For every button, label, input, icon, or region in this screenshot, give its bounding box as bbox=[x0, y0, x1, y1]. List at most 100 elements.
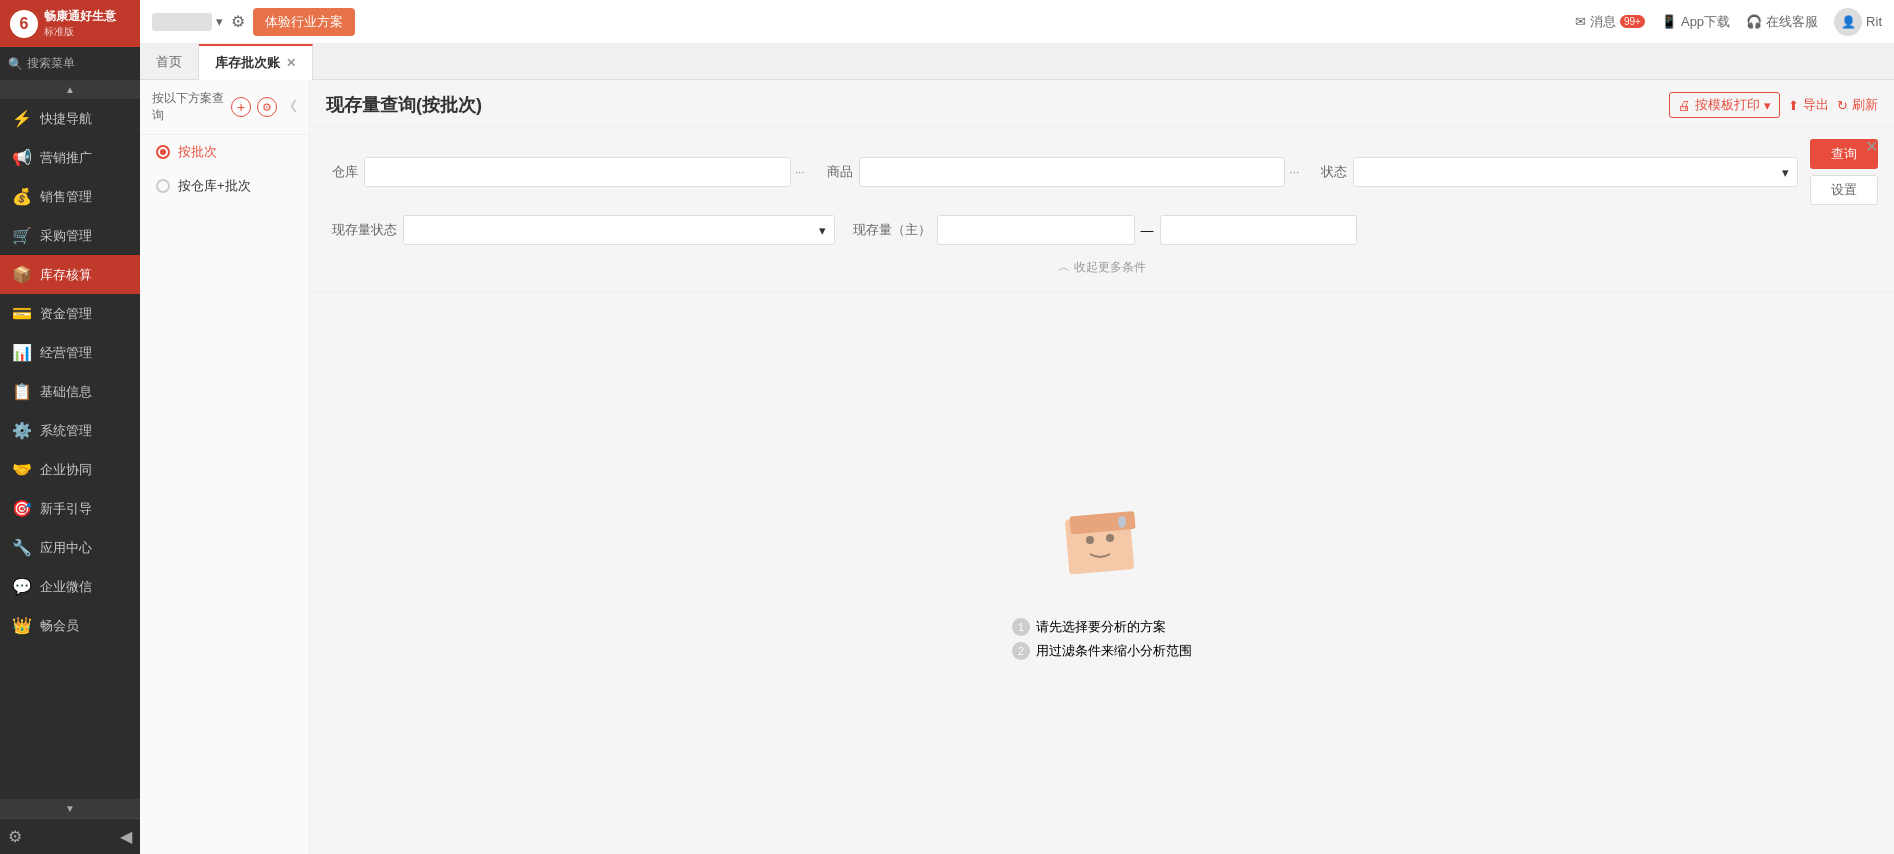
product-input[interactable] bbox=[859, 157, 1286, 187]
warehouse-more[interactable]: ··· bbox=[791, 165, 809, 179]
page-content-wrapper: 按以下方案查询 + ⚙ 《 按批次 按仓库+批次 现存量查询(按批次) bbox=[140, 80, 1894, 854]
panel-close-button[interactable]: ✕ bbox=[1865, 137, 1878, 156]
message-badge: 99+ bbox=[1620, 15, 1645, 28]
sidebar-search[interactable]: 🔍 搜索菜单 bbox=[0, 47, 140, 80]
left-panel: 按以下方案查询 + ⚙ 《 按批次 按仓库+批次 bbox=[140, 80, 310, 854]
sidebar-item-purchase[interactable]: 🛒采购管理 bbox=[0, 216, 140, 255]
qty-from-input[interactable] bbox=[937, 215, 1134, 245]
dropdown-chevron-icon: ▾ bbox=[216, 14, 223, 29]
user-initial: 👤 bbox=[1841, 15, 1856, 29]
sidebar-item-wechat[interactable]: 💬 企业微信 bbox=[0, 567, 140, 606]
collapse-more-button[interactable]: ︿ 收起更多条件 bbox=[326, 255, 1878, 280]
topbar-dropdown[interactable]: ▾ bbox=[152, 13, 223, 31]
nav-icon-enterprise: 🤝 bbox=[12, 460, 32, 479]
tab-label-home: 首页 bbox=[156, 54, 182, 69]
left-panel-header: 按以下方案查询 + ⚙ 《 bbox=[140, 80, 309, 135]
sidebar-item-system[interactable]: ⚙️系统管理 bbox=[0, 411, 140, 450]
nav-icon-system: ⚙️ bbox=[12, 421, 32, 440]
nav-label-wechat: 企业微信 bbox=[40, 578, 92, 596]
warehouse-filter: 仓库 ··· bbox=[326, 157, 809, 187]
user-profile-button[interactable]: 👤 Rit bbox=[1834, 8, 1882, 36]
scheme-label-batch: 按批次 bbox=[178, 143, 217, 161]
sidebar-item-inventory[interactable]: 📦库存核算 bbox=[0, 255, 140, 294]
sidebar: 6 畅康通好生意 标准版 🔍 搜索菜单 ▲ ⚡快捷导航📢营销推广💰销售管理🛒采购… bbox=[0, 0, 140, 854]
sidebar-item-basic[interactable]: 📋基础信息 bbox=[0, 372, 140, 411]
tab-label-batch: 库存批次账 bbox=[215, 45, 280, 81]
tip-2-text: 用过滤条件来缩小分析范围 bbox=[1036, 642, 1192, 660]
sidebar-item-member[interactable]: 👑畅会员 bbox=[0, 606, 140, 645]
inventory-qty-label: 现存量（主） bbox=[847, 221, 937, 239]
qty-to-input[interactable] bbox=[1160, 215, 1357, 245]
collapse-panel-button[interactable]: 《 bbox=[283, 98, 297, 116]
svg-point-2 bbox=[1086, 536, 1094, 544]
export-button[interactable]: ⬆ 导出 bbox=[1788, 96, 1829, 114]
sidebar-scroll-up[interactable]: ▲ bbox=[0, 80, 140, 99]
print-button[interactable]: 🖨 按模板打印 ▾ bbox=[1669, 92, 1780, 118]
print-icon: 🖨 bbox=[1678, 98, 1691, 113]
sidebar-item-sales[interactable]: 💰销售管理 bbox=[0, 177, 140, 216]
inventory-qty-range: — bbox=[937, 215, 1356, 245]
radio-batch bbox=[156, 145, 170, 159]
scheme-settings-button[interactable]: ⚙ bbox=[257, 97, 277, 117]
inventory-status-select[interactable]: ▾ bbox=[403, 215, 835, 245]
topbar-settings-icon[interactable]: ⚙ bbox=[231, 12, 245, 31]
online-service-label: 在线客服 bbox=[1766, 13, 1818, 31]
sidebar-item-newbie[interactable]: 🎯新手引导 bbox=[0, 489, 140, 528]
trial-industry-button[interactable]: 体验行业方案 bbox=[253, 8, 355, 36]
tab-close-batch[interactable]: ✕ bbox=[286, 45, 296, 81]
warehouse-input[interactable] bbox=[364, 157, 791, 187]
dropdown-placeholder bbox=[152, 13, 212, 31]
tip-2: 2 用过滤条件来缩小分析范围 bbox=[1012, 642, 1192, 660]
sidebar-item-appstore[interactable]: 🔧应用中心 bbox=[0, 528, 140, 567]
settings-icon[interactable]: ⚙ bbox=[8, 827, 22, 846]
tab-home[interactable]: 首页 bbox=[140, 44, 199, 80]
scheme-label-warehouse_batch: 按仓库+批次 bbox=[178, 177, 251, 195]
refresh-button[interactable]: ↻ 刷新 bbox=[1837, 96, 1878, 114]
sidebar-item-marketing[interactable]: 📢营销推广 bbox=[0, 138, 140, 177]
tabbar: 首页 库存批次账✕ bbox=[140, 44, 1894, 80]
nav-label-enterprise: 企业协同 bbox=[40, 461, 92, 479]
sidebar-scroll-down[interactable]: ▼ bbox=[0, 799, 140, 818]
nav-icon-operation: 📊 bbox=[12, 343, 32, 362]
status-filter: 状态 ▾ bbox=[1315, 157, 1798, 187]
right-content: 现存量查询(按批次) 🖨 按模板打印 ▾ ⬆ 导出 ↻ 刷新 bbox=[310, 80, 1894, 854]
nav-icon-wechat: 💬 bbox=[12, 577, 32, 596]
user-name: Rit bbox=[1866, 14, 1882, 29]
app-download-button[interactable]: 📱 App下载 bbox=[1661, 13, 1730, 31]
avatar: 👤 bbox=[1834, 8, 1862, 36]
message-icon: ✉ bbox=[1575, 14, 1586, 29]
product-more[interactable]: ··· bbox=[1285, 165, 1303, 179]
sidebar-item-finance[interactable]: 💳资金管理 bbox=[0, 294, 140, 333]
sidebar-bottom: ⚙ ◀ bbox=[0, 818, 140, 854]
nav-label-operation: 经营管理 bbox=[40, 344, 92, 362]
main-content: ▾ ⚙ 体验行业方案 ✉ 消息 99+ 📱 App下载 🎧 在线客服 👤 bbox=[140, 0, 1894, 854]
page-header: 现存量查询(按批次) 🖨 按模板打印 ▾ ⬆ 导出 ↻ 刷新 bbox=[310, 80, 1894, 127]
online-service-button[interactable]: 🎧 在线客服 bbox=[1746, 13, 1818, 31]
radio-warehouse_batch bbox=[156, 179, 170, 193]
settings-button[interactable]: 设置 bbox=[1810, 175, 1878, 205]
message-button[interactable]: ✉ 消息 99+ bbox=[1575, 13, 1645, 31]
app-logo: 6 bbox=[10, 10, 38, 38]
nav-label-finance: 资金管理 bbox=[40, 305, 92, 323]
tip-1-num: 1 bbox=[1012, 618, 1030, 636]
sidebar-item-operation[interactable]: 📊 经营管理 bbox=[0, 333, 140, 372]
sidebar-item-shortcut[interactable]: ⚡快捷导航 bbox=[0, 99, 140, 138]
scheme-item-batch[interactable]: 按批次 bbox=[140, 135, 309, 169]
tab-batch[interactable]: 库存批次账✕ bbox=[199, 44, 313, 80]
collapse-sidebar-icon[interactable]: ◀ bbox=[120, 827, 132, 846]
add-scheme-button[interactable]: + bbox=[231, 97, 251, 117]
message-label: 消息 bbox=[1590, 13, 1616, 31]
sidebar-nav: ⚡快捷导航📢营销推广💰销售管理🛒采购管理📦库存核算💳资金管理 📊 经营管理 📋基础信息… bbox=[0, 99, 140, 799]
status-select[interactable]: ▾ bbox=[1353, 157, 1798, 187]
tip-1-text: 请先选择要分析的方案 bbox=[1036, 618, 1166, 636]
sidebar-item-enterprise[interactable]: 🤝 企业协同 bbox=[0, 450, 140, 489]
export-label: 导出 bbox=[1803, 96, 1829, 114]
print-dropdown-icon: ▾ bbox=[1764, 98, 1771, 113]
left-panel-header-label: 按以下方案查询 bbox=[152, 90, 231, 124]
sidebar-header: 6 畅康通好生意 标准版 bbox=[0, 0, 140, 47]
nav-label-inventory: 库存核算 bbox=[40, 266, 92, 284]
scheme-item-warehouse_batch[interactable]: 按仓库+批次 bbox=[140, 169, 309, 203]
topbar: ▾ ⚙ 体验行业方案 ✉ 消息 99+ 📱 App下载 🎧 在线客服 👤 bbox=[140, 0, 1894, 44]
app-download-label: App下载 bbox=[1681, 13, 1730, 31]
product-filter: 商品 ··· bbox=[821, 157, 1304, 187]
